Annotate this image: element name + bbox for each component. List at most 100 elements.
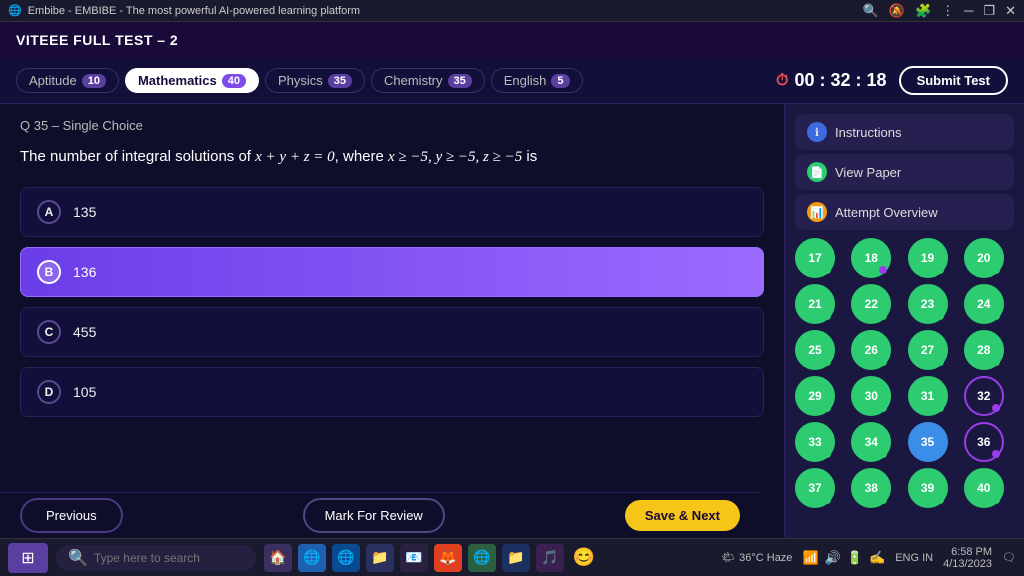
instructions-icon: ℹ [807,122,827,142]
question-num-30[interactable]: 30 [851,376,891,416]
task-icon-9[interactable]: 😊 [570,544,598,572]
extension-icon[interactable]: 🧩 [915,3,931,19]
app-favicon: 🌐 [8,4,22,17]
title-bar-left: 🌐 Embibe - EMBIBE - The most powerful AI… [8,4,360,17]
notification-icon[interactable]: 🗨 [1002,551,1016,564]
save-next-button[interactable]: Save & Next [625,500,740,531]
option-a[interactable]: A 135 [20,187,764,237]
attempt-overview-button[interactable]: 📊 Attempt Overview [795,194,1014,230]
mark-for-review-button[interactable]: Mark For Review [303,498,445,533]
taskbar-icons-right: 📶 🔊 🔋 ✍ [802,550,885,566]
taskbar-right: 🌤 36°C Haze 📶 🔊 🔋 ✍ ENG IN 6:58 PM 4/13/… [721,546,1016,570]
task-icon-edge[interactable]: 🌐 [332,544,360,572]
tab-chemistry-label: Chemistry [384,73,443,88]
taskbar: ⊞ 🔍 🏠 🌐 🌐 📁 📧 🦊 🌐 📁 🎵 😊 🌤 36°C Haze 📶 🔊 … [0,538,1024,576]
option-d[interactable]: D 105 [20,367,764,417]
question-num-37[interactable]: 37 [795,468,835,508]
maximize-icon[interactable]: ❐ [983,3,995,19]
option-c-value: 455 [73,324,96,340]
tab-english[interactable]: English 5 [491,68,583,93]
question-num-25[interactable]: 25 [795,330,835,370]
volume-icon: 🔊 [825,550,841,566]
question-num-35[interactable]: 35 [908,422,948,462]
tab-chemistry[interactable]: Chemistry 35 [371,68,485,93]
question-num-32[interactable]: 32 [964,376,1004,416]
wifi-icon: 📶 [802,550,818,566]
minimize-icon[interactable]: ─ [964,3,973,18]
taskbar-search-icon: 🔍 [68,548,88,568]
question-text: The number of integral solutions of x + … [20,145,764,169]
option-a-value: 135 [73,204,96,220]
attempt-overview-label: Attempt Overview [835,205,938,220]
mute-icon[interactable]: 🔕 [889,3,905,19]
question-meta: Q 35 – Single Choice [20,118,764,133]
submit-test-button[interactable]: Submit Test [899,66,1008,95]
menu-icon[interactable]: ⋮ [941,3,954,19]
option-c[interactable]: C 455 [20,307,764,357]
tab-english-label: English [504,73,547,88]
question-num-22[interactable]: 22 [851,284,891,324]
question-num-38[interactable]: 38 [851,468,891,508]
view-paper-button[interactable]: 📄 View Paper [795,154,1014,190]
tab-mathematics[interactable]: Mathematics 40 [125,68,259,93]
question-num-20[interactable]: 20 [964,238,1004,278]
question-num-24[interactable]: 24 [964,284,1004,324]
taskbar-time: 6:58 PM [943,546,992,558]
question-num-33[interactable]: 33 [795,422,835,462]
task-icon-8[interactable]: 🎵 [536,544,564,572]
task-icon-2[interactable]: 🌐 [298,544,326,572]
task-icon-7[interactable]: 📁 [502,544,530,572]
question-num-36[interactable]: 36 [964,422,1004,462]
window-title: Embibe - EMBIBE - The most powerful AI-p… [28,5,360,17]
subject-tabs: Aptitude 10 Mathematics 40 Physics 35 Ch… [16,68,583,93]
pen-icon: ✍ [869,550,885,566]
weather-text: 36°C Haze [739,552,792,564]
question-num-21[interactable]: 21 [795,284,835,324]
question-num-28[interactable]: 28 [964,330,1004,370]
question-panel: Q 35 – Single Choice The number of integ… [0,104,784,538]
question-num-23[interactable]: 23 [908,284,948,324]
question-num-29[interactable]: 29 [795,376,835,416]
option-a-label: A [37,200,61,224]
option-d-value: 105 [73,384,96,400]
tab-aptitude[interactable]: Aptitude 10 [16,68,119,93]
timer-area: ⏱ 00 : 32 : 18 Submit Test [776,66,1008,95]
question-num-19[interactable]: 19 [908,238,948,278]
taskbar-search: 🔍 [56,545,256,571]
question-num-27[interactable]: 27 [908,330,948,370]
attempt-overview-icon: 📊 [807,202,827,222]
task-icon-1[interactable]: 🏠 [264,544,292,572]
previous-button[interactable]: Previous [20,498,123,533]
task-icon-4[interactable]: 📧 [400,544,428,572]
app-header: VITEEE FULL TEST – 2 [0,22,1024,58]
question-num-39[interactable]: 39 [908,468,948,508]
task-icon-3[interactable]: 📁 [366,544,394,572]
tab-english-count: 5 [551,74,569,88]
question-grid: 17 18 19 20 21 22 23 24 25 26 27 28 29 30 31 32 33 34 35 36… [795,238,1014,508]
task-icon-6[interactable]: 🌐 [468,544,496,572]
instructions-button[interactable]: ℹ Instructions [795,114,1014,150]
tab-bar: Aptitude 10 Mathematics 40 Physics 35 Ch… [0,58,1024,104]
task-icon-5[interactable]: 🦊 [434,544,462,572]
close-icon[interactable]: ✕ [1005,3,1016,19]
taskbar-app-icons: 🏠 🌐 🌐 📁 📧 🦊 🌐 📁 🎵 😊 [264,544,598,572]
taskbar-language: ENG IN [895,552,933,564]
taskbar-search-input[interactable] [94,551,234,565]
title-bar-controls: 🔍 🔕 🧩 ⋮ ─ ❐ ✕ [863,3,1016,19]
question-num-31[interactable]: 31 [908,376,948,416]
bottom-bar: Previous Mark For Review Save & Next [0,492,760,538]
question-num-40[interactable]: 40 [964,468,1004,508]
question-num-34[interactable]: 34 [851,422,891,462]
right-sidebar: ℹ Instructions 📄 View Paper 📊 Attempt Ov… [784,104,1024,538]
question-num-18[interactable]: 18 [851,238,891,278]
option-b[interactable]: B 136 [20,247,764,297]
tab-physics[interactable]: Physics 35 [265,68,365,93]
question-num-26[interactable]: 26 [851,330,891,370]
taskbar-weather: 🌤 36°C Haze [721,551,792,564]
start-button[interactable]: ⊞ [8,543,48,573]
search-icon[interactable]: 🔍 [863,3,879,19]
timer-icon: ⏱ [776,72,788,90]
view-paper-label: View Paper [835,165,901,180]
tab-mathematics-label: Mathematics [138,73,217,88]
question-num-17[interactable]: 17 [795,238,835,278]
